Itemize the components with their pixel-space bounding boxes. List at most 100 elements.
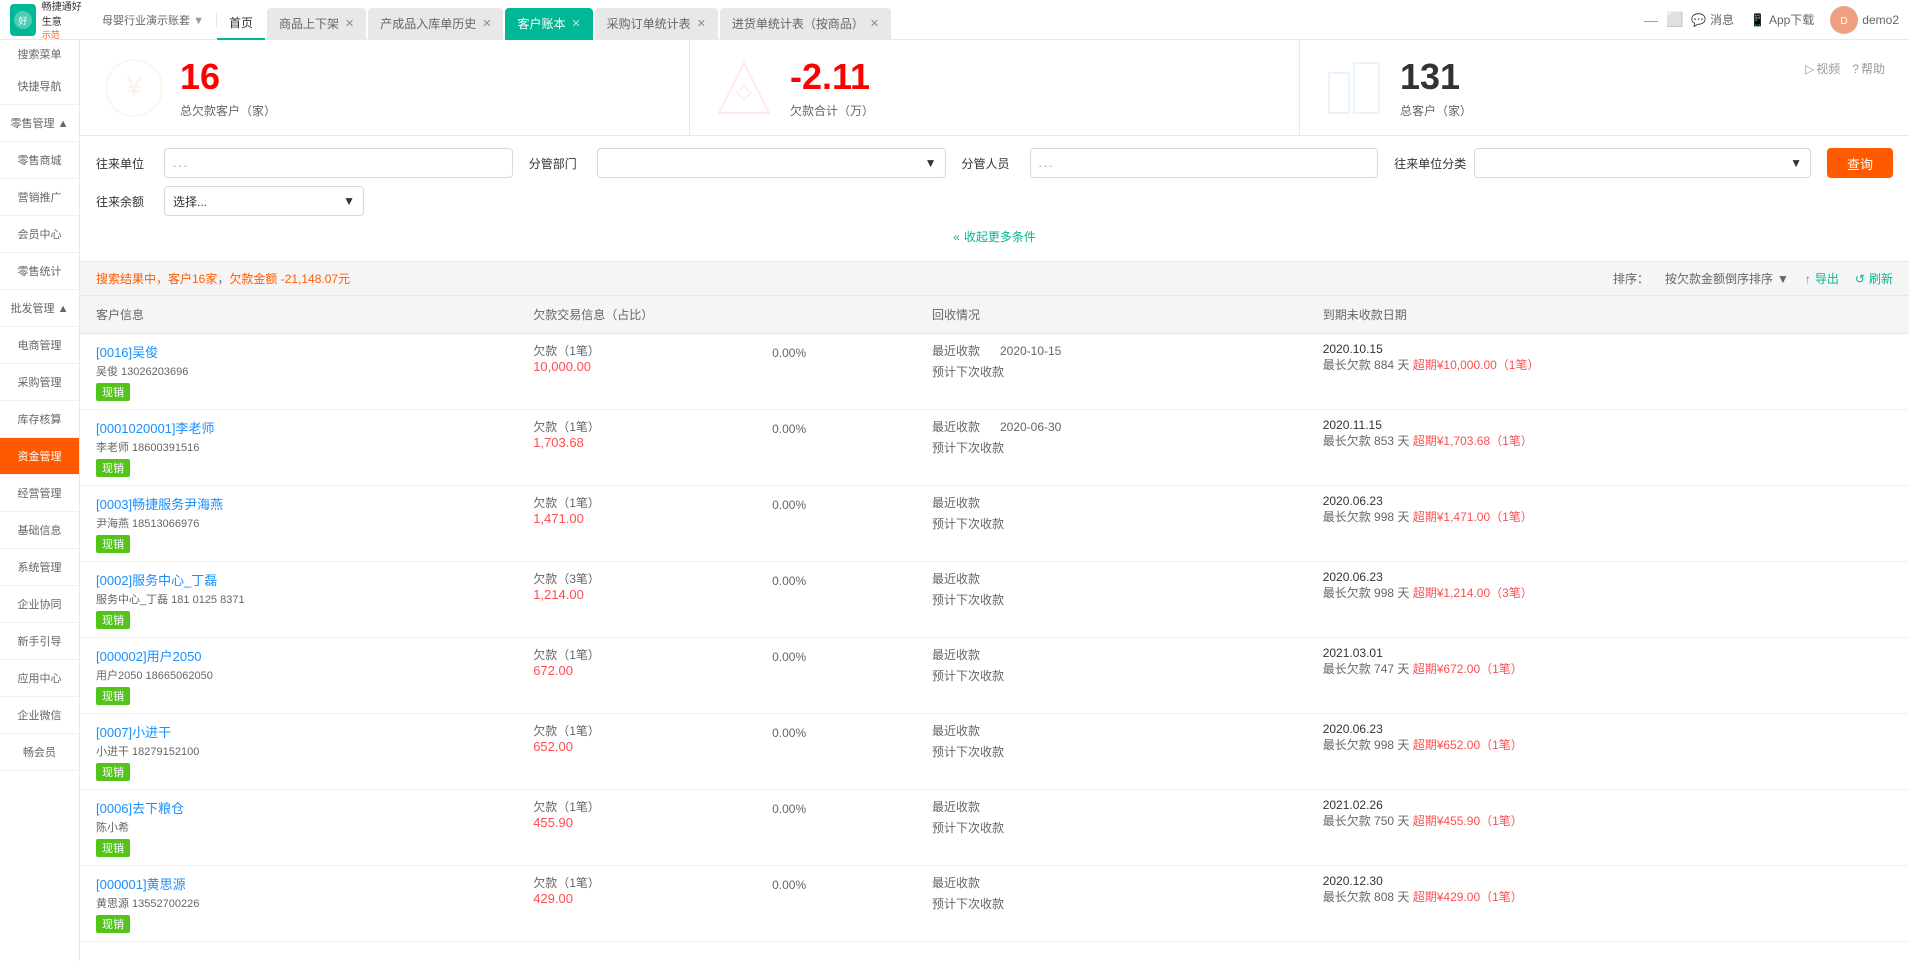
table-area: 客户信息 欠款交易信息（占比） 回收情况 到期未收款日期 [0016]吴俊 吴俊… [80, 296, 1909, 961]
customer-info-1: 李老师 18600391516 [96, 439, 501, 455]
overdue-amount-5[interactable]: 超期¥652.00（1笔） [1413, 738, 1523, 752]
export-button[interactable]: ↑ 导出 [1805, 270, 1839, 287]
table-body: [0016]吴俊 吴俊 13026203696 现销 欠款（1笔） 10,000… [80, 334, 1909, 942]
customer-name-3[interactable]: [0002]服务中心_丁磊 [96, 570, 501, 589]
debt-count-3: 欠款（3笔） [533, 570, 740, 587]
sidebar-item-retail-stat[interactable]: 零售统计 [0, 253, 79, 290]
sidebar-item-member[interactable]: 会员中心 [0, 216, 79, 253]
overdue-amount-6[interactable]: 超期¥455.90（1笔） [1413, 814, 1523, 828]
debt-count-4: 欠款（1笔） [533, 646, 740, 663]
sort-button[interactable]: 按欠款金额倒序排序 ▼ [1665, 270, 1789, 287]
debt-amount-3[interactable]: 1,214.00 [533, 587, 740, 602]
balance-select[interactable]: 选择... ▼ [164, 186, 364, 216]
sidebar-item-capital[interactable]: 资金管理 [0, 438, 79, 475]
overdue-amount-3[interactable]: 超期¥1,214.00（3笔） [1413, 586, 1533, 600]
help-btn[interactable]: ? 帮助 [1852, 60, 1885, 77]
user-avatar-btn[interactable]: D demo2 [1830, 6, 1899, 34]
sidebar-item-marketing[interactable]: 营销推广 [0, 179, 79, 216]
collapse-label: 收起更多条件 [964, 228, 1036, 245]
collapse-row[interactable]: « 收起更多条件 [96, 224, 1893, 249]
overdue-amount-7[interactable]: 超期¥429.00（1笔） [1413, 890, 1523, 904]
sidebar-search-label[interactable]: 搜索菜单 [0, 40, 79, 68]
sidebar-item-chang-member[interactable]: 畅会员 [0, 734, 79, 771]
minimize-btn[interactable]: — [1643, 12, 1659, 28]
tab-close-product-history[interactable]: ✕ [482, 17, 491, 30]
sidebar-quick-nav[interactable]: 快捷导航 [0, 68, 79, 105]
sidebar-item-business[interactable]: 经营管理 [0, 475, 79, 512]
sidebar-item-ecommerce[interactable]: 电商管理 [0, 327, 79, 364]
sidebar-item-purchase[interactable]: 采购管理 [0, 364, 79, 401]
dept-select[interactable]: ▼ [597, 148, 946, 178]
debt-amount-4[interactable]: 672.00 [533, 663, 740, 678]
tab-close-product-off[interactable]: ✕ [345, 17, 354, 30]
tab-product-off[interactable]: 商品上下架 ✕ [267, 8, 366, 40]
overdue-amount-1[interactable]: 超期¥1,703.68（1笔） [1413, 434, 1533, 448]
tab-purchase-stat[interactable]: 进货单统计表（按商品） ✕ [720, 8, 891, 40]
sidebar-item-system[interactable]: 系统管理 [0, 549, 79, 586]
debt-amount-5[interactable]: 652.00 [533, 739, 740, 754]
sidebar-item-retail-mgmt[interactable]: 零售管理 ▲ [0, 105, 79, 142]
collapse-icon: « [953, 230, 960, 244]
customer-info-5: 小进干 18279152100 [96, 743, 501, 759]
next-pay-6: 预计下次收款 [932, 819, 1291, 836]
sidebar-item-retail-mall[interactable]: 零售商城 [0, 142, 79, 179]
customer-name-6[interactable]: [0006]去下粮仓 [96, 798, 501, 817]
svg-text:¥: ¥ [125, 71, 142, 102]
sidebar-item-enterprise-wechat[interactable]: 企业微信 [0, 697, 79, 734]
sidebar-item-batch-mgmt[interactable]: 批发管理 ▲ [0, 290, 79, 327]
recent-pay-6: 最近收款 [932, 798, 1291, 815]
overdue-amount-2[interactable]: 超期¥1,471.00（1笔） [1413, 510, 1533, 524]
debt-ratio-4: 0.00% [772, 650, 900, 664]
card-icon-2: ◇ [714, 58, 774, 118]
refresh-button[interactable]: ↺ 刷新 [1855, 270, 1893, 287]
customer-tag-5: 现销 [96, 763, 130, 781]
filter-area: 往来单位 ... 分管部门 ▼ 分管人员 ... [80, 136, 1909, 262]
maximize-btn[interactable]: ⬜ [1667, 12, 1683, 28]
sidebar-item-new-guide[interactable]: 新手引导 [0, 623, 79, 660]
customer-name-0[interactable]: [0016]吴俊 [96, 342, 501, 361]
customer-tag-0: 现销 [96, 383, 130, 401]
cell-customer-7: [000001]黄思源 黄思源 13552700226 现销 [80, 866, 517, 942]
debt-amount-6[interactable]: 455.90 [533, 815, 740, 830]
sidebar-item-basic-info[interactable]: 基础信息 [0, 512, 79, 549]
sidebar-item-app-center[interactable]: 应用中心 [0, 660, 79, 697]
industry-selector[interactable]: 母婴行业演示账套 ▼ [90, 12, 217, 28]
overdue-amount-4[interactable]: 超期¥672.00（1笔） [1413, 662, 1523, 676]
debt-ratio-3: 0.00% [772, 574, 900, 588]
filter-unit-category: 往来单位分类 ▼ [1394, 148, 1811, 178]
overdue-amount-0[interactable]: 超期¥10,000.00（1笔） [1413, 358, 1540, 372]
unit-category-select[interactable]: ▼ [1474, 148, 1811, 178]
cell-debt-5: 欠款（1笔） 652.00 [517, 714, 756, 790]
debt-amount-1[interactable]: 1,703.68 [533, 435, 740, 450]
table-header-row: 客户信息 欠款交易信息（占比） 回收情况 到期未收款日期 [80, 296, 1909, 334]
customer-name-2[interactable]: [0003]畅捷服务尹海燕 [96, 494, 501, 513]
source-unit-input[interactable]: ... [164, 148, 513, 178]
tab-customer-account[interactable]: 客户账本 ✕ [505, 8, 592, 40]
tab-purchase-order[interactable]: 采购订单统计表 ✕ [595, 8, 718, 40]
top-nav-tabs: 首页 商品上下架 ✕ 产成品入库单历史 ✕ 客户账本 ✕ 采购订单统计表 ✕ 进… [217, 0, 1635, 40]
debt-amount-2[interactable]: 1,471.00 [533, 511, 740, 526]
debt-ratio-1: 0.00% [772, 422, 900, 436]
debt-amount-7[interactable]: 429.00 [533, 891, 740, 906]
tab-home[interactable]: 首页 [217, 8, 265, 40]
messages-btn[interactable]: 💬 消息 [1691, 11, 1734, 28]
customer-name-1[interactable]: [0001020001]李老师 [96, 418, 501, 437]
manager-input[interactable]: ... [1030, 148, 1379, 178]
tab-close-purchase-stat[interactable]: ✕ [870, 17, 879, 30]
sidebar-item-enterprise[interactable]: 企业协同 [0, 586, 79, 623]
table-row: [0006]去下粮仓 陈小希 现销 欠款（1笔） 455.90 0.00% 最近… [80, 790, 1909, 866]
tab-close-purchase-order[interactable]: ✕ [697, 17, 706, 30]
cell-recovery-2: 最近收款 预计下次收款 [916, 486, 1307, 562]
customer-name-7[interactable]: [000001]黄思源 [96, 874, 501, 893]
filter-manager-label: 分管人员 [962, 155, 1022, 172]
customer-name-5[interactable]: [0007]小进干 [96, 722, 501, 741]
tab-close-customer-account[interactable]: ✕ [571, 17, 580, 30]
debt-amount-0[interactable]: 10,000.00 [533, 359, 740, 374]
cell-ratio-2: 0.00% [756, 486, 916, 562]
tab-product-history[interactable]: 产成品入库单历史 ✕ [368, 8, 503, 40]
customer-name-4[interactable]: [000002]用户2050 [96, 646, 501, 665]
video-btn[interactable]: ▷ 视频 [1805, 60, 1840, 77]
query-button[interactable]: 查询 [1827, 148, 1893, 178]
sidebar-item-inventory[interactable]: 库存核算 [0, 401, 79, 438]
app-download-btn[interactable]: 📱 App下载 [1750, 11, 1814, 28]
